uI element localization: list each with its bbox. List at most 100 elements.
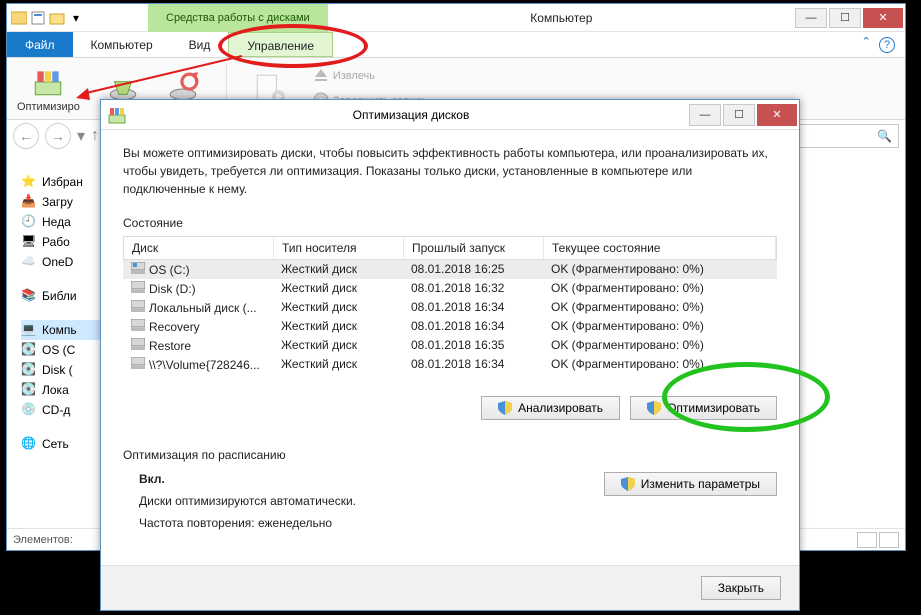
state-label: Состояние xyxy=(123,216,777,230)
disk-row[interactable]: Recovery Жесткий диск08.01.2018 16:34OK (… xyxy=(123,317,777,336)
optimizer-dialog: Оптимизация дисков — ☐ ✕ Вы можете оптим… xyxy=(100,99,800,611)
explorer-window-controls: — ☐ ✕ xyxy=(795,8,905,28)
drive-icon: 💽 xyxy=(21,362,37,378)
ribbon-extract-label: Извлечь xyxy=(333,70,375,82)
disk-list-header: Диск Тип носителя Прошлый запуск Текущее… xyxy=(123,236,777,260)
disk-media: Жесткий диск xyxy=(273,317,403,336)
disk-status: OK (Фрагментировано: 0%) xyxy=(543,336,777,355)
view-details-button[interactable] xyxy=(857,532,877,548)
schedule-on: Вкл. xyxy=(139,472,604,486)
disk-last: 08.01.2018 16:35 xyxy=(403,336,543,355)
optimize-button[interactable]: Оптимизировать xyxy=(630,396,777,420)
disk-row[interactable]: RestoreЖесткий диск08.01.2018 16:35OK (Ф… xyxy=(123,336,777,355)
disk-name: \\?\Volume{728246... xyxy=(149,358,260,372)
disk-status: OK (Фрагментировано: 0%) xyxy=(543,279,777,298)
ribbon-optimize-label: Оптимизиро xyxy=(17,101,80,113)
disk-name: OS (C:) xyxy=(149,263,190,277)
ribbon-collapse-icon[interactable]: ˆ xyxy=(864,36,869,54)
downloads-icon: 📥 xyxy=(21,194,37,210)
change-settings-button[interactable]: Изменить параметры xyxy=(604,472,777,496)
drive-icon xyxy=(131,338,145,353)
disk-media: Жесткий диск xyxy=(273,279,403,298)
star-icon: ⭐ xyxy=(21,174,37,190)
schedule-label: Оптимизация по расписанию xyxy=(123,448,777,462)
drive-icon xyxy=(131,319,145,334)
dialog-minimize[interactable]: — xyxy=(689,104,721,126)
nav-history-icon[interactable]: ▾ xyxy=(77,126,85,146)
disk-last: 08.01.2018 16:34 xyxy=(403,355,543,374)
col-current[interactable]: Текущее состояние xyxy=(544,237,776,259)
disk-media: Жесткий диск xyxy=(273,298,403,317)
quick-access-toolbar: ▾ xyxy=(7,10,88,26)
view-icons-button[interactable] xyxy=(879,532,899,548)
col-last[interactable]: Прошлый запуск xyxy=(404,237,544,259)
ribbon-tabs: Файл Компьютер Вид Управление ˆ ? xyxy=(7,32,905,58)
disk-media: Жесткий диск xyxy=(273,336,403,355)
col-media[interactable]: Тип носителя xyxy=(274,237,404,259)
close-button[interactable]: Закрыть xyxy=(701,576,781,600)
drive-icon xyxy=(131,357,145,372)
qat-dropdown-icon[interactable]: ▾ xyxy=(68,10,84,26)
disk-name: Disk (D:) xyxy=(149,282,196,296)
disk-status: OK (Фрагментировано: 0%) xyxy=(543,298,777,317)
onedrive-icon: ☁️ xyxy=(21,254,37,270)
disk-media: Жесткий диск xyxy=(273,355,403,374)
ribbon-optimize[interactable]: Оптимизиро xyxy=(17,65,80,113)
help-icon[interactable]: ? xyxy=(879,37,895,53)
change-label: Изменить параметры xyxy=(641,477,760,491)
props-icon[interactable] xyxy=(30,10,46,26)
tab-view[interactable]: Вид xyxy=(171,32,229,57)
contextual-tab-label: Средства работы с дисками xyxy=(148,4,328,32)
shield-icon xyxy=(498,401,512,415)
ribbon-extract: Извлечь xyxy=(313,67,427,86)
dialog-footer: Закрыть xyxy=(101,565,799,610)
disk-name: Recovery xyxy=(149,320,200,334)
disk-row[interactable]: \\?\Volume{728246... Жесткий диск08.01.20… xyxy=(123,355,777,374)
optimizer-title: Оптимизация дисков xyxy=(133,108,689,122)
tab-manage[interactable]: Управление xyxy=(228,32,333,57)
optimizer-titlebar: Оптимизация дисков — ☐ ✕ xyxy=(101,100,799,130)
schedule-auto: Диски оптимизируются автоматически. xyxy=(139,494,604,508)
disk-last: 08.01.2018 16:34 xyxy=(403,317,543,336)
disk-list: OS (C:)Жесткий диск08.01.2018 16:25OK (Ф… xyxy=(123,260,777,374)
optimizer-icon xyxy=(107,105,127,125)
dialog-maximize[interactable]: ☐ xyxy=(723,104,755,126)
minimize-button[interactable]: — xyxy=(795,8,827,28)
dialog-close[interactable]: ✕ xyxy=(757,104,797,126)
disk-last: 08.01.2018 16:25 xyxy=(403,260,543,279)
col-disk[interactable]: Диск xyxy=(124,237,274,259)
analyze-button[interactable]: Анализировать xyxy=(481,396,620,420)
close-label: Закрыть xyxy=(718,581,764,595)
disk-last: 08.01.2018 16:34 xyxy=(403,298,543,317)
nav-forward[interactable]: → xyxy=(45,123,71,149)
explorer-title: Компьютер xyxy=(328,11,795,25)
search-icon: 🔍 xyxy=(877,129,892,143)
optimizer-body: Вы можете оптимизировать диски, чтобы по… xyxy=(101,130,799,552)
network-icon: 🌐 xyxy=(21,436,37,452)
disk-row[interactable]: OS (C:)Жесткий диск08.01.2018 16:25OK (Ф… xyxy=(123,260,777,279)
disk-row[interactable]: Локальный диск (... Жесткий диск08.01.201… xyxy=(123,298,777,317)
shield-icon xyxy=(621,477,635,491)
disk-name: Локальный диск (... xyxy=(149,301,257,315)
drive-icon xyxy=(131,300,145,315)
disk-status: OK (Фрагментировано: 0%) xyxy=(543,260,777,279)
new-folder-icon[interactable] xyxy=(49,10,65,26)
tab-file[interactable]: Файл xyxy=(7,32,73,57)
disk-last: 08.01.2018 16:32 xyxy=(403,279,543,298)
drive-icon: 💽 xyxy=(21,382,37,398)
disk-row[interactable]: Disk (D:) Жесткий диск08.01.2018 16:32OK … xyxy=(123,279,777,298)
close-button[interactable]: ✕ xyxy=(863,8,903,28)
analyze-label: Анализировать xyxy=(518,401,603,415)
nav-up-icon[interactable]: ↑ xyxy=(91,127,99,145)
app-icon xyxy=(11,10,27,26)
computer-icon: 💻 xyxy=(21,322,37,338)
nav-back[interactable]: ← xyxy=(13,123,39,149)
optimize-icon xyxy=(31,65,65,99)
disk-status: OK (Фрагментировано: 0%) xyxy=(543,317,777,336)
maximize-button[interactable]: ☐ xyxy=(829,8,861,28)
tab-computer[interactable]: Компьютер xyxy=(73,32,171,57)
eject-icon xyxy=(313,67,329,86)
shield-icon xyxy=(647,401,661,415)
libraries-icon: 📚 xyxy=(21,288,37,304)
drive-icon xyxy=(131,262,145,277)
